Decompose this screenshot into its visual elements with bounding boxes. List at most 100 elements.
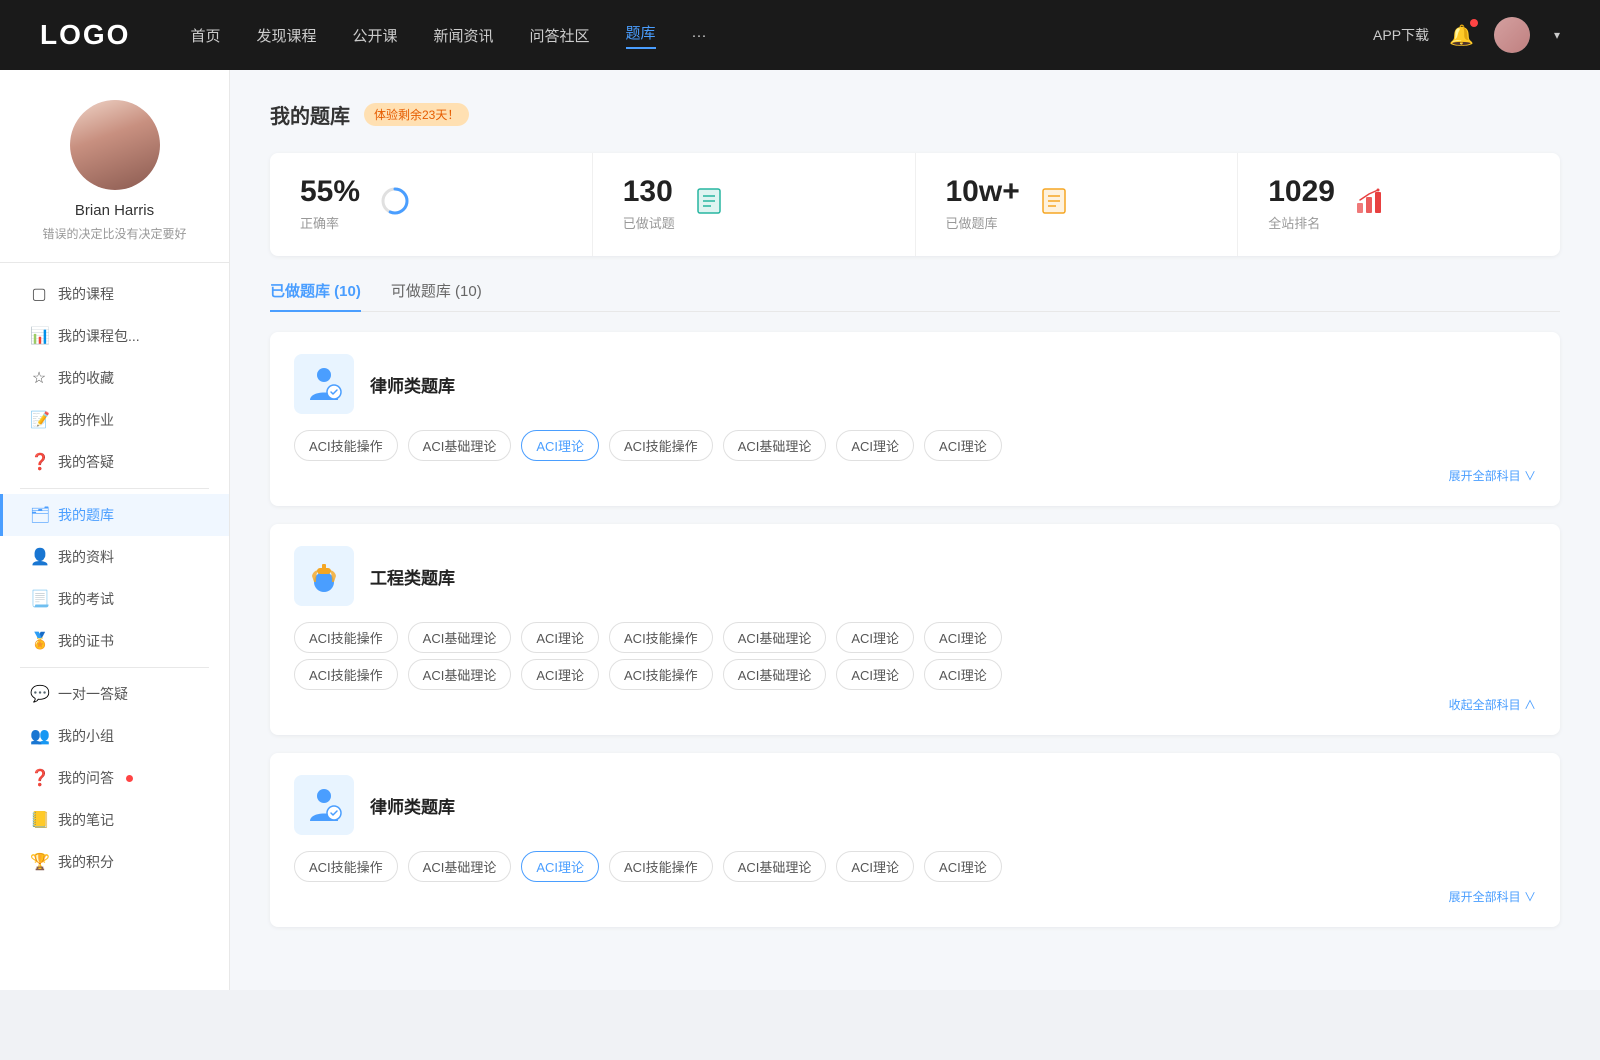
- bank-card-2-tags-row1: ACI技能操作 ACI基础理论 ACI理论 ACI技能操作 ACI基础理论 AC…: [294, 622, 1536, 653]
- tag-1-0[interactable]: ACI技能操作: [294, 430, 398, 461]
- tag-2-0-1[interactable]: ACI基础理论: [408, 622, 512, 653]
- tag-2-1-1[interactable]: ACI基础理论: [408, 659, 512, 690]
- sidebar-item-myqa[interactable]: ❓ 我的问答: [0, 757, 229, 799]
- sidebar-item-favorites[interactable]: ☆ 我的收藏: [0, 357, 229, 399]
- tag-2-1-2[interactable]: ACI理论: [521, 659, 599, 690]
- bank-card-2-title: 工程类题库: [370, 564, 455, 589]
- sidebar-item-mynotes[interactable]: 📒 我的笔记: [0, 799, 229, 841]
- avatar-image: [1494, 17, 1530, 53]
- user-avatar[interactable]: [1494, 17, 1530, 53]
- bank-card-2: 工程类题库 ACI技能操作 ACI基础理论 ACI理论 ACI技能操作 ACI基…: [270, 524, 1560, 735]
- tag-2-1-3[interactable]: ACI技能操作: [609, 659, 713, 690]
- nav-discover[interactable]: 发现课程: [256, 25, 316, 46]
- stat-done-banks-icon: [1040, 187, 1068, 222]
- tag-2-0-0[interactable]: ACI技能操作: [294, 622, 398, 653]
- tag-1-5[interactable]: ACI理论: [836, 430, 914, 461]
- tag-2-1-4[interactable]: ACI基础理论: [723, 659, 827, 690]
- tag-2-1-0[interactable]: ACI技能操作: [294, 659, 398, 690]
- sidebar-item-questionbank[interactable]: 🗂 我的题库: [0, 494, 229, 536]
- tag-3-3[interactable]: ACI技能操作: [609, 851, 713, 882]
- mycoursepack-icon: 📊: [30, 326, 48, 346]
- mypoints-icon: 🏆: [30, 852, 48, 872]
- nav-news[interactable]: 新闻资讯: [434, 25, 494, 46]
- tab-available-banks[interactable]: 可做题库 (10): [391, 280, 482, 311]
- tag-3-4[interactable]: ACI基础理论: [723, 851, 827, 882]
- stat-rank-icon: [1355, 187, 1383, 222]
- myqa-badge: [126, 775, 133, 782]
- tabs-row: 已做题库 (10) 可做题库 (10): [270, 280, 1560, 312]
- stat-done-banks: 10w+ 已做题库: [916, 153, 1239, 256]
- tag-1-4[interactable]: ACI基础理论: [723, 430, 827, 461]
- avatar-dropdown-arrow[interactable]: ▾: [1554, 28, 1560, 42]
- tag-3-5[interactable]: ACI理论: [836, 851, 914, 882]
- mygroup-icon: 👥: [30, 726, 48, 746]
- navbar-right: APP下载 🔔 ▾: [1373, 17, 1560, 53]
- stat-rank: 1029 全站排名: [1238, 153, 1560, 256]
- profile-name: Brian Harris: [75, 202, 154, 219]
- stat-done-questions: 130 已做试题: [593, 153, 916, 256]
- sidebar-profile: Brian Harris 错误的决定比没有决定要好: [0, 100, 229, 263]
- profile-avatar: [70, 100, 160, 190]
- tag-2-0-5[interactable]: ACI理论: [836, 622, 914, 653]
- notification-bell[interactable]: 🔔: [1449, 23, 1474, 48]
- bank-card-3-icon: [294, 775, 354, 835]
- tag-2-0-6[interactable]: ACI理论: [924, 622, 1002, 653]
- sidebar-item-mycourse[interactable]: ▢ 我的课程: [0, 273, 229, 315]
- sidebar: Brian Harris 错误的决定比没有决定要好 ▢ 我的课程 📊 我的课程包…: [0, 70, 230, 990]
- tag-1-2[interactable]: ACI理论: [521, 430, 599, 461]
- sidebar-item-certificate[interactable]: 🏅 我的证书: [0, 620, 229, 662]
- expand-link-1[interactable]: 展开全部科目 ∨: [294, 467, 1536, 484]
- tag-3-0[interactable]: ACI技能操作: [294, 851, 398, 882]
- tab-done-banks[interactable]: 已做题库 (10): [270, 280, 361, 311]
- nav-questionbank[interactable]: 题库: [626, 22, 656, 49]
- stat-accuracy-icon: [380, 186, 410, 223]
- tag-2-0-3[interactable]: ACI技能操作: [609, 622, 713, 653]
- sidebar-item-qa[interactable]: ❓ 我的答疑: [0, 441, 229, 483]
- bank-card-3-tags: ACI技能操作 ACI基础理论 ACI理论 ACI技能操作 ACI基础理论 AC…: [294, 851, 1536, 882]
- stat-done-questions-label: 已做试题: [623, 213, 675, 232]
- tag-3-6[interactable]: ACI理论: [924, 851, 1002, 882]
- stat-accuracy-label: 正确率: [300, 213, 360, 232]
- sidebar-item-homework[interactable]: 📝 我的作业: [0, 399, 229, 441]
- tag-1-3[interactable]: ACI技能操作: [609, 430, 713, 461]
- sidebar-item-1on1[interactable]: 💬 一对一答疑: [0, 673, 229, 715]
- bank-card-1: 律师类题库 ACI技能操作 ACI基础理论 ACI理论 ACI技能操作 ACI基…: [270, 332, 1560, 506]
- sidebar-item-exam[interactable]: 📃 我的考试: [0, 578, 229, 620]
- sidebar-item-mypoints[interactable]: 🏆 我的积分: [0, 841, 229, 883]
- bank-card-1-icon: [294, 354, 354, 414]
- expand-link-3[interactable]: 展开全部科目 ∨: [294, 888, 1536, 905]
- nav-home[interactable]: 首页: [190, 25, 220, 46]
- bank-card-1-tags: ACI技能操作 ACI基础理论 ACI理论 ACI技能操作 ACI基础理论 AC…: [294, 430, 1536, 461]
- bank-card-2-icon: [294, 546, 354, 606]
- tag-1-1[interactable]: ACI基础理论: [408, 430, 512, 461]
- nav-qa[interactable]: 问答社区: [530, 25, 590, 46]
- tag-2-1-5[interactable]: ACI理论: [836, 659, 914, 690]
- profile-motto: 错误的决定比没有决定要好: [42, 225, 186, 242]
- bell-icon: 🔔: [1449, 25, 1474, 47]
- tag-2-0-2[interactable]: ACI理论: [521, 622, 599, 653]
- main-content: 我的题库 体验剩余23天！ 55% 正确率 130: [230, 70, 1600, 990]
- app-download-button[interactable]: APP下载: [1373, 25, 1429, 45]
- stat-done-banks-value: 10w+: [946, 177, 1020, 207]
- sidebar-item-mycoursepack[interactable]: 📊 我的课程包...: [0, 315, 229, 357]
- logo: LOGO: [40, 19, 130, 51]
- trial-badge: 体验剩余23天！: [364, 103, 469, 126]
- bank-card-1-title: 律师类题库: [370, 372, 455, 397]
- tag-3-2[interactable]: ACI理论: [521, 851, 599, 882]
- page-header: 我的题库 体验剩余23天！: [270, 100, 1560, 129]
- bank-card-3-title: 律师类题库: [370, 793, 455, 818]
- favorites-icon: ☆: [30, 368, 48, 388]
- sidebar-menu: ▢ 我的课程 📊 我的课程包... ☆ 我的收藏 📝 我的作业 ❓ 我的答疑 🗂: [0, 263, 229, 893]
- mycourse-icon: ▢: [30, 284, 48, 304]
- nav-opencourse[interactable]: 公开课: [352, 25, 397, 46]
- sidebar-item-myprofile[interactable]: 👤 我的资料: [0, 536, 229, 578]
- sidebar-divider-2: [20, 667, 209, 668]
- stat-done-questions-icon: [695, 187, 723, 222]
- collapse-link-2[interactable]: 收起全部科目 ∧: [294, 696, 1536, 713]
- tag-1-6[interactable]: ACI理论: [924, 430, 1002, 461]
- sidebar-item-mygroup[interactable]: 👥 我的小组: [0, 715, 229, 757]
- tag-2-0-4[interactable]: ACI基础理论: [723, 622, 827, 653]
- tag-3-1[interactable]: ACI基础理论: [408, 851, 512, 882]
- tag-2-1-6[interactable]: ACI理论: [924, 659, 1002, 690]
- nav-more[interactable]: ···: [692, 27, 707, 44]
